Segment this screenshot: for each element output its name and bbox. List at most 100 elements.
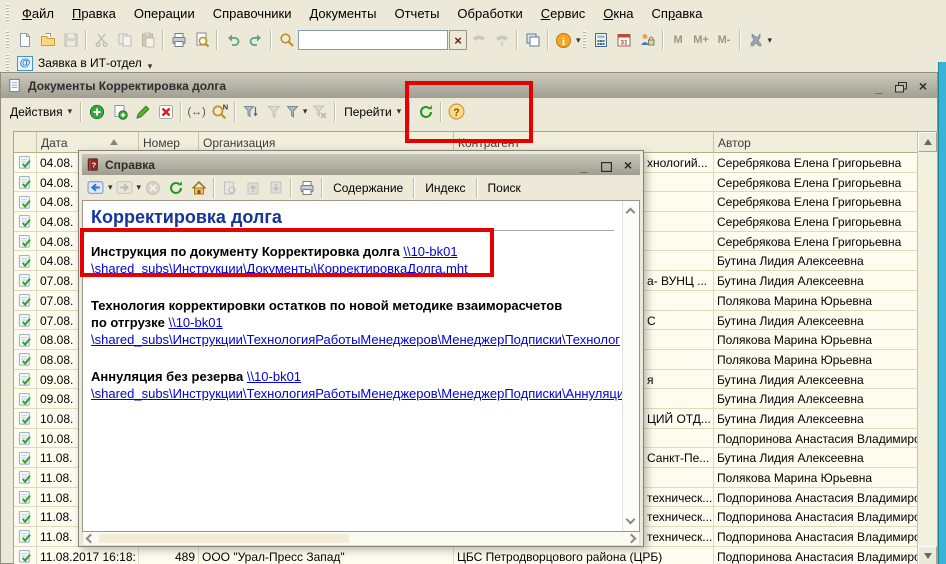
contents-button[interactable]: Содержание	[326, 178, 410, 198]
paste-icon[interactable]	[136, 29, 159, 51]
menu-item[interactable]: Правка	[63, 2, 125, 25]
delete-icon[interactable]	[154, 101, 177, 123]
document-window-titlebar[interactable]: Документы Корректировка долга _ ×	[1, 73, 937, 98]
print-preview-icon[interactable]	[190, 29, 213, 51]
scrollbar-thumb[interactable]	[99, 534, 349, 543]
posted-doc-icon	[14, 172, 37, 193]
chevron-down-icon[interactable]	[625, 514, 636, 525]
help-close-button[interactable]: ×	[620, 158, 636, 172]
menu-item[interactable]: Документы	[300, 2, 385, 25]
scroll-up-button[interactable]	[918, 132, 937, 152]
cell-author: Подпоринова Анастасия Владимировн	[714, 507, 919, 528]
section-path-link[interactable]: \shared_subs\Инструкции\ТехнологияРаботы…	[91, 331, 622, 348]
menu-item[interactable]: Операции	[125, 2, 204, 25]
menu-item[interactable]: Справка	[643, 2, 712, 25]
it-request-button[interactable]: @ Заявка в ИТ-отдел ▾	[13, 55, 156, 72]
goto-button[interactable]: Перейти ▾	[339, 102, 406, 122]
service-settings-icon[interactable]	[744, 29, 767, 51]
memory-minus-button[interactable]: M-	[713, 29, 736, 51]
calculator-icon[interactable]	[590, 29, 613, 51]
search-icon[interactable]	[275, 29, 298, 51]
help-maximize-button[interactable]	[598, 158, 614, 172]
toolbar-grip[interactable]	[6, 54, 9, 72]
toolbar-grip[interactable]	[582, 31, 586, 49]
back-dropdown-icon[interactable]: ▾	[108, 182, 113, 193]
doc-down-icon[interactable]	[264, 177, 287, 199]
index-button[interactable]: Индекс	[418, 178, 472, 198]
calendar-icon[interactable]: 31	[613, 29, 636, 51]
header-author[interactable]: Автор	[714, 132, 919, 153]
find-by-number-icon[interactable]: N	[208, 101, 231, 123]
clear-search-icon[interactable]: ×	[449, 30, 467, 50]
chevron-right-icon[interactable]	[626, 533, 637, 544]
toolbar-grip[interactable]	[6, 31, 9, 49]
menu-item[interactable]: Окна	[594, 2, 642, 25]
menu-item[interactable]: Файл	[13, 2, 63, 25]
phone-hangup-icon[interactable]	[490, 29, 513, 51]
menu-item[interactable]: Справочники	[204, 2, 301, 25]
table-row-bottom[interactable]: 11.08.2017 16:18: 489 ООО "Урал-Пресс За…	[14, 546, 937, 564]
back-icon[interactable]	[84, 177, 107, 199]
home-icon[interactable]	[187, 177, 210, 199]
menu-item[interactable]: Отчеты	[385, 2, 448, 25]
section-path-link[interactable]: \shared_subs\Инструкции\ТехнологияРаботы…	[91, 385, 622, 402]
memory-button[interactable]: M	[667, 29, 690, 51]
phone-call-icon[interactable]	[467, 29, 490, 51]
help-vertical-scrollbar[interactable]	[622, 201, 639, 531]
section-path-link[interactable]: \shared_subs\Инструкции\Документы\Коррек…	[91, 260, 622, 277]
undo-icon[interactable]	[221, 29, 244, 51]
filter-sort-icon[interactable]	[239, 101, 262, 123]
print-icon[interactable]	[167, 29, 190, 51]
help-minimize-button[interactable]: _	[576, 158, 592, 173]
add-icon[interactable]	[85, 101, 108, 123]
menu-item[interactable]: Сервис	[532, 2, 595, 25]
save-icon[interactable]	[59, 29, 82, 51]
edit-icon[interactable]	[131, 101, 154, 123]
forward-icon[interactable]	[113, 177, 136, 199]
scroll-down-button[interactable]	[918, 546, 937, 564]
quick-search-input[interactable]	[299, 31, 460, 49]
memory-plus-button[interactable]: M+	[690, 29, 713, 51]
new-document-icon[interactable]	[13, 29, 36, 51]
search-button[interactable]: Поиск	[481, 178, 528, 198]
toolbar-grip[interactable]	[6, 4, 9, 22]
settings-dropdown-icon[interactable]: ▾	[768, 35, 773, 46]
toolbar-overflow-icon[interactable]: ▾	[148, 61, 153, 72]
restore-column-width-icon[interactable]: (↔)	[185, 101, 208, 123]
info-icon[interactable]: i	[552, 29, 575, 51]
restore-button[interactable]	[893, 79, 909, 93]
help-horizontal-scrollbar[interactable]	[82, 532, 640, 546]
filter-icon[interactable]	[262, 101, 285, 123]
filter-clear-icon[interactable]	[308, 101, 331, 123]
section-server-link[interactable]: \\10-bk01	[403, 244, 457, 259]
add-copy-icon[interactable]	[108, 101, 131, 123]
header-status[interactable]	[14, 132, 37, 153]
close-button[interactable]: ×	[915, 79, 931, 93]
view-doc-icon[interactable]	[218, 177, 241, 199]
stop-icon[interactable]	[141, 177, 164, 199]
table-vertical-scrollbar[interactable]	[917, 132, 937, 564]
open-icon[interactable]	[36, 29, 59, 51]
menu-item[interactable]: Обработки	[448, 2, 531, 25]
window-copy-icon[interactable]	[521, 29, 544, 51]
cut-icon[interactable]	[90, 29, 113, 51]
user-permissions-icon[interactable]	[636, 29, 659, 51]
actions-button[interactable]: Действия ▾	[5, 102, 77, 122]
help-window-titlebar[interactable]: ? Справка _ ×	[82, 154, 640, 175]
filter-dropdown-icon[interactable]: ▾	[285, 101, 308, 123]
help-print-icon[interactable]	[295, 177, 318, 199]
help-icon[interactable]: ?	[445, 101, 468, 123]
info-dropdown-icon[interactable]: ▾	[576, 35, 581, 46]
chevron-left-icon[interactable]	[85, 533, 96, 544]
redo-icon[interactable]	[244, 29, 267, 51]
minimize-button[interactable]: _	[871, 79, 887, 94]
help-window-controls: _ ×	[576, 158, 636, 173]
help-refresh-icon[interactable]	[164, 177, 187, 199]
document-window-toolbar: Действия ▾ (↔) N ▾ Перейти ▾ ?	[1, 98, 937, 125]
copy-icon[interactable]	[113, 29, 136, 51]
refresh-icon[interactable]	[414, 101, 437, 123]
doc-up-icon[interactable]	[241, 177, 264, 199]
section-server-link[interactable]: \\10-bk01	[168, 315, 222, 330]
section-server-link[interactable]: \\10-bk01	[247, 369, 301, 384]
chevron-up-icon[interactable]	[625, 207, 636, 218]
